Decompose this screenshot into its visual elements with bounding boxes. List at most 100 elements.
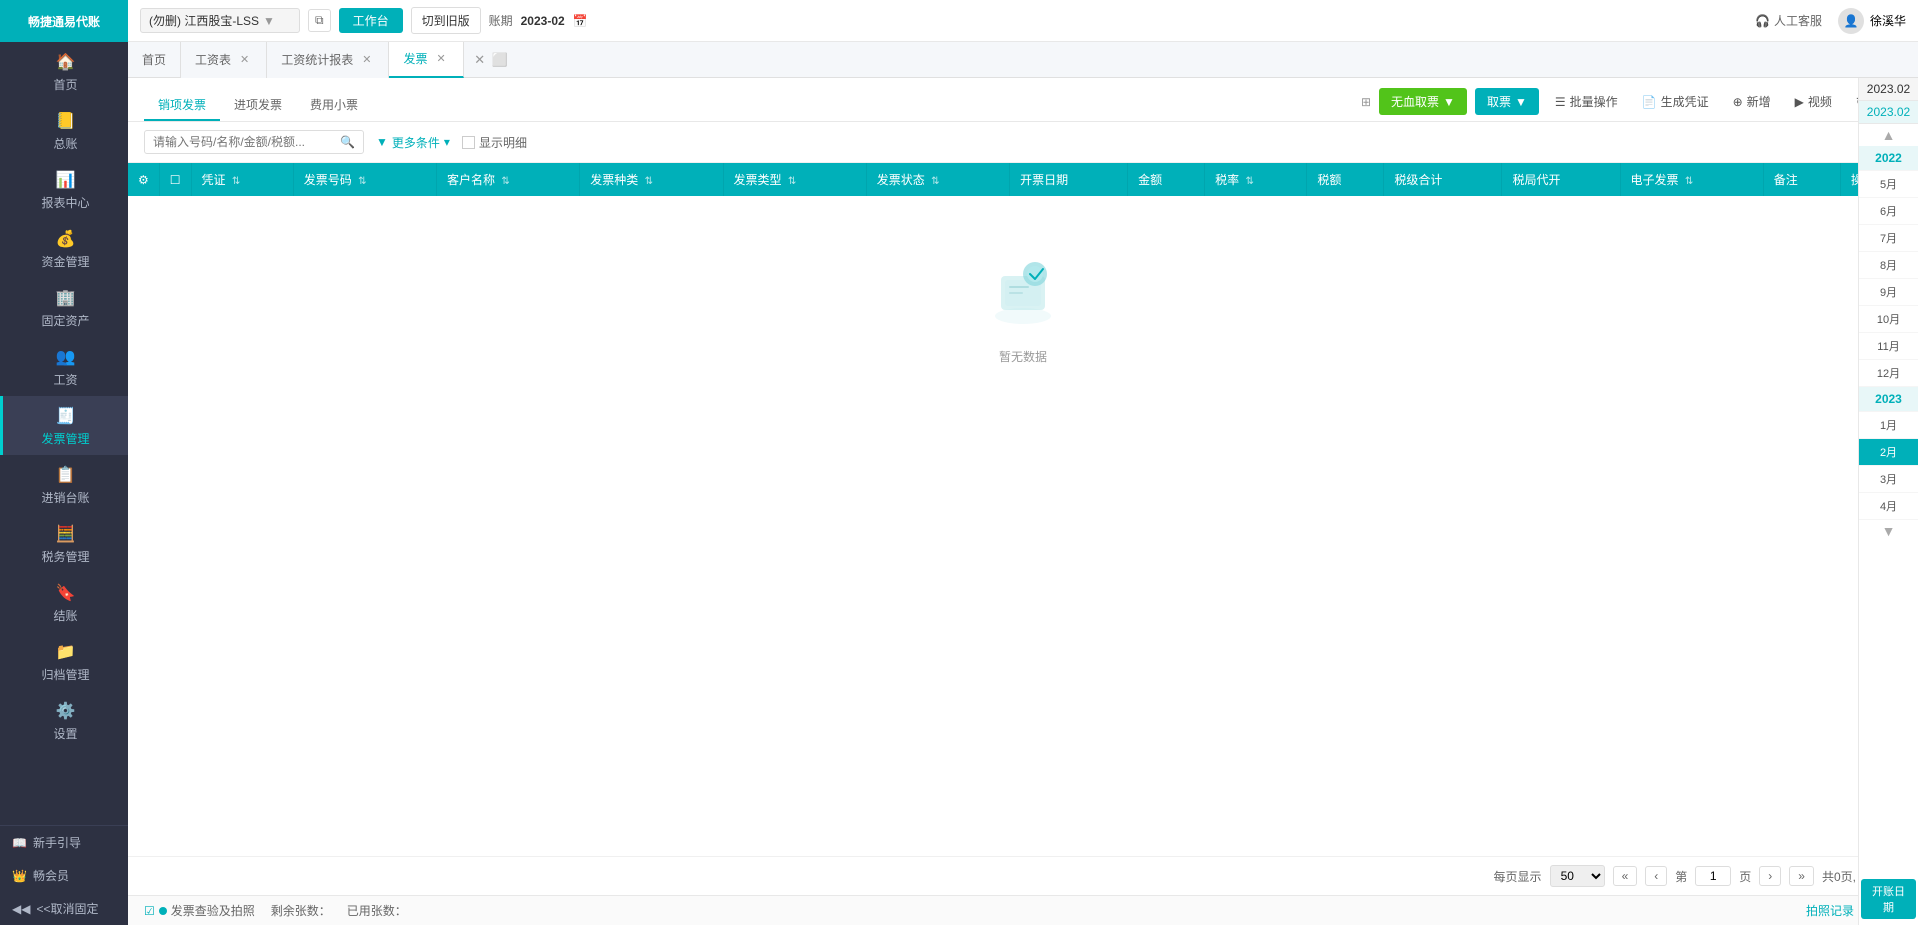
sidebar-item-ledger[interactable]: 📒 总账 bbox=[0, 101, 128, 160]
maximize-button[interactable]: ⬜ bbox=[492, 52, 508, 68]
open-period-button[interactable]: 开账日期 bbox=[1861, 879, 1916, 919]
sidebar-item-settings[interactable]: ⚙️ 设置 bbox=[0, 691, 128, 750]
invoice-content: 销项发票 进项发票 费用小票 ⊞ 无血取票 ▼ 取票 ▼ ☰ bbox=[128, 78, 1918, 925]
tab-invoice-label: 发票 bbox=[403, 50, 427, 67]
collapse-icon: ◀◀ bbox=[12, 902, 30, 916]
date-panel-close-btn[interactable]: › bbox=[1858, 78, 1859, 108]
month-2023-3[interactable]: 3月 bbox=[1859, 466, 1918, 493]
video-button[interactable]: ▶ 视频 bbox=[1787, 88, 1840, 115]
old-version-button[interactable]: 切到旧版 bbox=[411, 7, 481, 34]
window-controls: ✕ ⬜ bbox=[472, 52, 508, 68]
sidebar-item-tax[interactable]: 🧮 税务管理 bbox=[0, 514, 128, 573]
sidebar-item-label: 首页 bbox=[53, 76, 77, 93]
tab-invoice[interactable]: 发票 ✕ bbox=[389, 42, 463, 78]
search-input-wrap[interactable]: 🔍 bbox=[144, 130, 364, 154]
footer-bar: ☑ 发票查验及拍照 剩余张数： 已用张数： 拍照记录 去充值 bbox=[128, 895, 1918, 925]
support-button[interactable]: 🎧 人工客服 bbox=[1755, 12, 1822, 29]
user-info[interactable]: 👤 徐溪华 bbox=[1838, 8, 1906, 34]
month-2022-8[interactable]: 8月 bbox=[1859, 252, 1918, 279]
sidebar-collapse-btn[interactable]: ◀◀ <<取消固定 bbox=[0, 892, 128, 925]
sidebar-item-label: 归档管理 bbox=[41, 666, 89, 683]
tab-salary-close[interactable]: ✕ bbox=[237, 52, 252, 67]
filter-icon: ▼ bbox=[376, 135, 388, 149]
sidebar-item-invoice[interactable]: 🧾 发票管理 bbox=[0, 396, 128, 455]
page-suffix: 页 bbox=[1739, 868, 1751, 885]
last-page-button[interactable]: » bbox=[1789, 866, 1814, 886]
per-page-select[interactable]: 50 10 20 100 bbox=[1550, 865, 1605, 887]
sidebar-item-label: 总账 bbox=[53, 135, 77, 152]
batch-op-button[interactable]: ☰ 批量操作 bbox=[1547, 88, 1626, 115]
empty-icon bbox=[983, 256, 1063, 336]
th-invoice-type: 发票种类 ⇅ bbox=[580, 163, 723, 196]
table-wrap: ⚙ ☐ 凭证 ⇅ 发票号码 ⇅ 客户名称 ⇅ 发票种类 ⇅ 发票类型 ⇅ 发票状… bbox=[128, 163, 1918, 856]
sub-tab-sales[interactable]: 销项发票 bbox=[144, 90, 220, 121]
invoice-icon: 🧾 bbox=[56, 406, 76, 426]
minimize-button[interactable]: ✕ bbox=[472, 52, 488, 68]
th-invoice-category: 发票类型 ⇅ bbox=[723, 163, 866, 196]
month-2023-4[interactable]: 4月 bbox=[1859, 493, 1918, 520]
scroll-down-button[interactable]: ▼ bbox=[1859, 520, 1918, 542]
get-ticket-button[interactable]: 取票 ▼ bbox=[1475, 88, 1539, 115]
tab-invoice-close[interactable]: ✕ bbox=[434, 51, 449, 66]
sub-tab-receipt[interactable]: 费用小票 bbox=[296, 90, 372, 121]
month-2023-2[interactable]: 2月 bbox=[1859, 439, 1918, 466]
month-2022-5[interactable]: 5月 bbox=[1859, 171, 1918, 198]
sub-tab-purchase[interactable]: 进项发票 bbox=[220, 90, 296, 121]
month-2022-10[interactable]: 10月 bbox=[1859, 306, 1918, 333]
year-2023-label: 2023 bbox=[1859, 387, 1918, 412]
scroll-up-button[interactable]: ▲ bbox=[1859, 124, 1918, 146]
first-page-button[interactable]: « bbox=[1613, 866, 1638, 886]
month-2022-9[interactable]: 9月 bbox=[1859, 279, 1918, 306]
sidebar-item-label: 工资 bbox=[53, 371, 77, 388]
tab-salary[interactable]: 工资表 ✕ bbox=[181, 42, 267, 78]
sidebar-item-guide[interactable]: 📖 新手引导 bbox=[0, 826, 128, 859]
tab-salary-report-close[interactable]: ✕ bbox=[359, 52, 374, 67]
close-books-icon: 🔖 bbox=[56, 583, 76, 603]
more-conditions-button[interactable]: ▼ 更多条件 ▾ bbox=[376, 134, 450, 151]
month-2023-1[interactable]: 1月 bbox=[1859, 412, 1918, 439]
month-2022-6[interactable]: 6月 bbox=[1859, 198, 1918, 225]
footer-check-label: 发票查验及拍照 bbox=[171, 902, 255, 919]
sidebar-item-assets[interactable]: 🏢 固定资产 bbox=[0, 278, 128, 337]
show-detail-toggle[interactable]: 显示明细 bbox=[462, 134, 527, 151]
topbar: (勿删) 江西股宝-LSS ▼ ⧉ 工作台 切到旧版 账期 2023-02 📅 … bbox=[128, 0, 1918, 42]
sidebar-item-reports[interactable]: 📊 报表中心 bbox=[0, 160, 128, 219]
page-input[interactable] bbox=[1695, 866, 1731, 886]
sidebar-item-label: 报表中心 bbox=[41, 194, 89, 211]
sidebar-item-member[interactable]: 👑 畅会员 bbox=[0, 859, 128, 892]
no-tax-button[interactable]: 无血取票 ▼ bbox=[1379, 88, 1467, 115]
photo-record-link[interactable]: 拍照记录 bbox=[1806, 902, 1854, 919]
date-panel-header-active: 2023.02 bbox=[1859, 101, 1918, 124]
prev-page-button[interactable]: ‹ bbox=[1645, 866, 1667, 886]
show-detail-checkbox[interactable] bbox=[462, 136, 475, 149]
calendar-icon: 📅 bbox=[573, 14, 588, 28]
sidebar-item-finance[interactable]: 💰 资金管理 bbox=[0, 219, 128, 278]
month-2022-11[interactable]: 11月 bbox=[1859, 333, 1918, 360]
sidebar-item-purchase[interactable]: 📋 进销台账 bbox=[0, 455, 128, 514]
month-2022-7[interactable]: 7月 bbox=[1859, 225, 1918, 252]
th-amount: 金额 bbox=[1128, 163, 1205, 196]
tab-home[interactable]: 首页 bbox=[128, 42, 181, 78]
ledger-icon: 📒 bbox=[56, 111, 76, 131]
new-button[interactable]: ⊕ 新增 bbox=[1725, 88, 1779, 115]
generate-voucher-button[interactable]: 📄 生成凭证 bbox=[1634, 88, 1717, 115]
next-page-button[interactable]: › bbox=[1759, 866, 1781, 886]
sidebar-item-label: 结账 bbox=[53, 607, 77, 624]
sidebar-item-label: 进销台账 bbox=[41, 489, 89, 506]
copy-button[interactable]: ⧉ bbox=[308, 9, 331, 32]
tab-salary-report[interactable]: 工资统计报表 ✕ bbox=[267, 42, 389, 78]
sidebar-item-archive[interactable]: 📁 归档管理 bbox=[0, 632, 128, 691]
search-input[interactable] bbox=[153, 135, 336, 149]
th-status: 发票状态 ⇅ bbox=[866, 163, 1009, 196]
month-2022-12[interactable]: 12月 bbox=[1859, 360, 1918, 387]
workspace-button[interactable]: 工作台 bbox=[339, 8, 403, 33]
company-selector[interactable]: (勿删) 江西股宝-LSS ▼ bbox=[140, 8, 300, 33]
sidebar-item-close[interactable]: 🔖 结账 bbox=[0, 573, 128, 632]
sidebar-item-label: 发票管理 bbox=[41, 430, 89, 447]
search-icon[interactable]: 🔍 bbox=[340, 135, 355, 149]
th-settings[interactable]: ⚙ bbox=[128, 163, 159, 196]
th-check[interactable]: ☐ bbox=[159, 163, 191, 196]
archive-icon: 📁 bbox=[56, 642, 76, 662]
sidebar-item-home[interactable]: 🏠 首页 bbox=[0, 42, 128, 101]
sidebar-item-salary[interactable]: 👥 工资 bbox=[0, 337, 128, 396]
